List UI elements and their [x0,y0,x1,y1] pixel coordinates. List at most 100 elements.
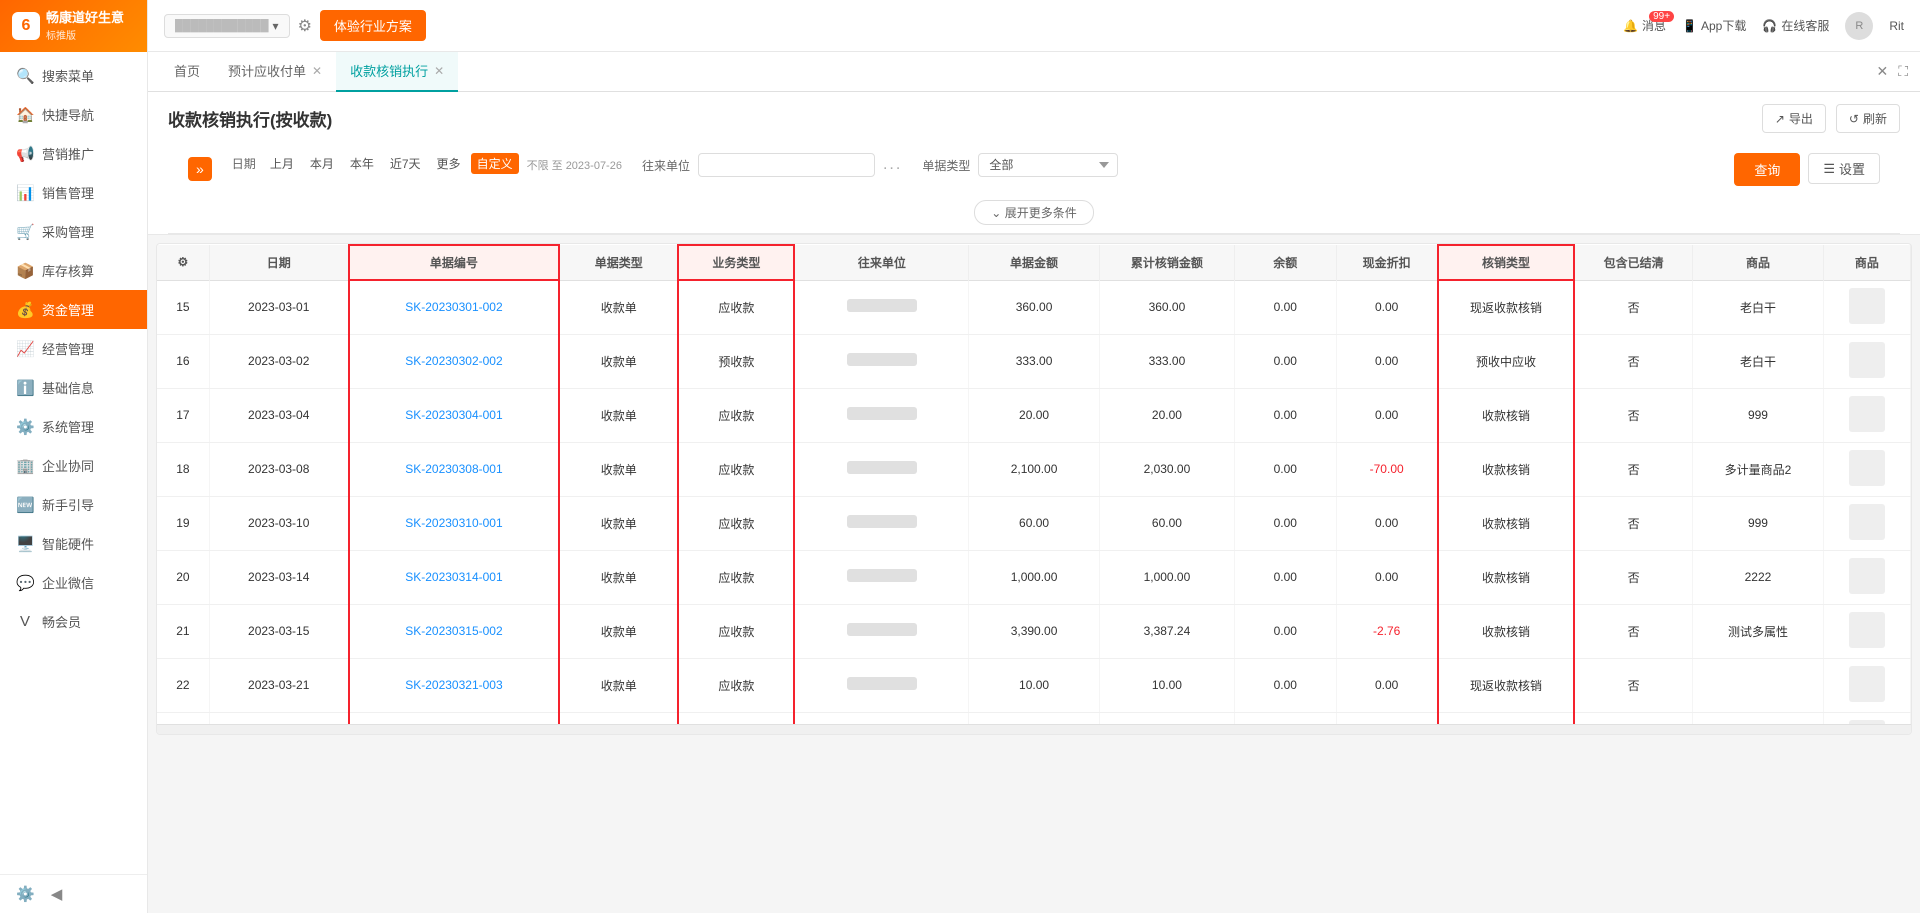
settings-bottom-icon[interactable]: ⚙️ [16,885,35,903]
col-header-vertype[interactable]: 核销类型 [1438,245,1575,280]
cell-biztype: 应收款 [678,496,794,550]
tab-prepay-close[interactable]: ✕ [312,64,322,78]
col-header-date[interactable]: 日期 [209,245,348,280]
cell-cashdisc: -2.76 [1336,604,1438,658]
filter-7-days[interactable]: 近7天 [384,153,427,174]
sidebar-item-enterprise[interactable]: 🏢 企业协同 [0,446,147,485]
solution-button[interactable]: 体验行业方案 [320,10,426,41]
docno-link[interactable]: SK-20230304-001 [405,408,502,422]
docno-link[interactable]: SK-20230302-002 [405,354,502,368]
query-button[interactable]: 查询 [1734,153,1800,186]
cell-seq: 23 [157,712,209,724]
cell-goodsimg [1823,442,1910,496]
sidebar-item-purchase[interactable]: 🛒 采购管理 [0,212,147,251]
col-header-incl[interactable]: 包含已结清 [1574,245,1692,280]
col-header-verified[interactable]: 累计核销金额 [1099,245,1234,280]
col-header-balance[interactable]: 余额 [1234,245,1336,280]
app-download-button[interactable]: 📱 App下载 [1682,17,1746,34]
sidebar-item-member[interactable]: V 畅会员 [0,602,147,641]
export-button[interactable]: ↗ 导出 [1762,104,1826,133]
tab-maximize-icon[interactable]: ⛶ [1898,63,1908,80]
sidebar-item-quick-nav[interactable]: 🏠 快捷导航 [0,95,147,134]
sidebar-item-finance[interactable]: 💰 资金管理 [0,290,147,329]
col-header-biztype[interactable]: 业务类型 [678,245,794,280]
filter-custom[interactable]: 自定义 [471,153,519,174]
sidebar-item-label: 资金管理 [42,300,94,319]
col-header-cashdisc[interactable]: 现金折扣 [1336,245,1438,280]
plan-dropdown[interactable]: ████████████ ▾ [164,14,290,38]
phone-icon: 📱 [1682,19,1697,33]
page-header: 收款核销执行(按收款) ↗ 导出 ↺ 刷新 » 日期 [148,92,1920,235]
sidebar-item-inventory[interactable]: 📦 库存核算 [0,251,147,290]
tab-home[interactable]: 首页 [160,52,214,92]
cell-goods: 2222 [1693,550,1824,604]
cell-cashdisc: 0.00 [1336,280,1438,334]
topbar-right: 🔔 消息 99+ 📱 App下载 🎧 在线客服 R Rit [1623,12,1904,40]
filter-more-dates[interactable]: 更多 [431,153,467,174]
filter-this-month[interactable]: 本月 [304,153,340,174]
wechat-icon: 💬 [16,574,34,592]
tab-verify[interactable]: 收款核销执行 ✕ [336,52,458,92]
docno-link[interactable]: SK-20230308-001 [405,462,502,476]
col-header-partner[interactable]: 往来单位 [794,245,968,280]
col-header-amount[interactable]: 单据金额 [969,245,1100,280]
sidebar-item-hardware[interactable]: 🖥️ 智能硬件 [0,524,147,563]
goods-image-placeholder [1849,504,1885,540]
cell-biztype: 应收款 [678,280,794,334]
cell-seq: 16 [157,334,209,388]
filter-last-month[interactable]: 上月 [264,153,300,174]
cell-docno: SK-20230321-003 [349,658,560,712]
tab-verify-close[interactable]: ✕ [434,64,444,78]
docno-link[interactable]: SK-20230315-002 [405,624,502,638]
sidebar-item-basic[interactable]: ℹ️ 基础信息 [0,368,147,407]
cell-verified: 3,387.24 [1099,604,1234,658]
filter-this-year[interactable]: 本年 [344,153,380,174]
notification-button[interactable]: 🔔 消息 99+ [1623,17,1666,34]
cell-date: 2023-03-04 [209,388,348,442]
sidebar-item-label: 销售管理 [42,183,94,202]
col-header-goods[interactable]: 商品 [1693,245,1824,280]
gear-icon[interactable]: ⚙ [298,16,312,36]
settings-button[interactable]: ☰ 设置 [1808,153,1880,184]
online-service-button[interactable]: 🎧 在线客服 [1762,17,1829,34]
cell-incl: 否 [1574,442,1692,496]
horizontal-scrollbar[interactable] [157,724,1911,734]
app-label: App下载 [1701,17,1746,34]
col-header-goodsimg[interactable]: 商品 [1823,245,1910,280]
expand-more-button[interactable]: ⌄ 展开更多条件 [974,200,1093,225]
sidebar-item-system[interactable]: ⚙️ 系统管理 [0,407,147,446]
cell-goods: 老白干 [1693,280,1824,334]
sidebar-item-operation[interactable]: 📈 经营管理 [0,329,147,368]
docno-link[interactable]: SK-20230314-001 [405,570,502,584]
tab-prepay[interactable]: 预计应收付单 ✕ [214,52,336,92]
sidebar-item-marketing[interactable]: 📢 营销推广 [0,134,147,173]
operation-icon: 📈 [16,340,34,358]
sidebar-item-search[interactable]: 🔍 搜索菜单 [0,56,147,95]
collapse-icon[interactable]: ◀ [51,885,63,903]
table-row: 17 2023-03-04 SK-20230304-001 收款单 应收款 20… [157,388,1911,442]
cell-vertype: 收款核销 [1438,604,1575,658]
cell-vertype: 预收中应收 [1438,334,1575,388]
sidebar-item-guide[interactable]: 🆕 新手引导 [0,485,147,524]
docno-link[interactable]: SK-20230310-001 [405,516,502,530]
filter-doctype-select[interactable]: 全部 收款单 红字收款单 [978,153,1118,177]
tab-close-all-icon[interactable]: ✕ [1876,63,1888,80]
settings-col-icon[interactable]: ⚙ [178,255,189,269]
avatar[interactable]: R [1845,12,1873,40]
filter-doctype-label: 单据类型 [922,157,970,174]
docno-link[interactable]: SK-20230321-003 [405,678,502,692]
refresh-button[interactable]: ↺ 刷新 [1836,104,1900,133]
cell-seq: 17 [157,388,209,442]
tab-bar: 首页 预计应收付单 ✕ 收款核销执行 ✕ ✕ ⛶ [148,52,1920,92]
sidebar-item-wechat[interactable]: 💬 企业微信 [0,563,147,602]
docno-link[interactable]: SK-20230301-002 [405,300,502,314]
filter-partner-input[interactable] [698,153,875,177]
sidebar-item-label: 智能硬件 [42,534,94,553]
table-scroll[interactable]: ⚙ 日期 单据编号 单据类型 业务类型 往来单位 单据金额 累计核销金额 余额 … [157,244,1911,724]
col-header-docno[interactable]: 单据编号 [349,245,560,280]
sidebar-item-label: 搜索菜单 [42,66,94,85]
filter-expand-button[interactable]: » [188,157,212,181]
sidebar-item-sales[interactable]: 📊 销售管理 [0,173,147,212]
cell-biztype: 应收款 [678,658,794,712]
col-header-doctype[interactable]: 单据类型 [559,245,678,280]
